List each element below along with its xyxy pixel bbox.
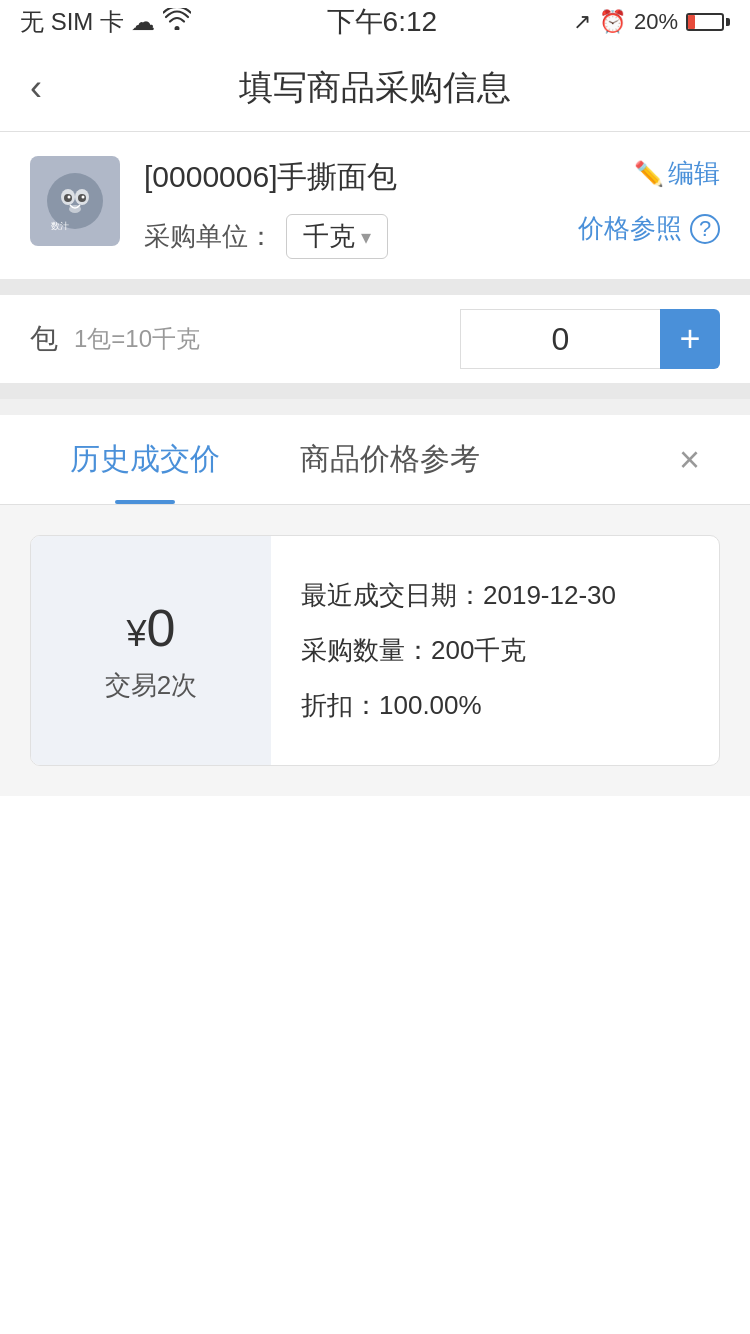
product-section: 数汁 [0000006]手撕面包 采购单位： 千克 ▾ ✏️ 编辑 (0, 132, 750, 279)
section-divider-2 (0, 383, 750, 399)
unit-label: 采购单位： (144, 219, 274, 254)
history-card-right: 最近成交日期：2019-12-30 采购数量：200千克 折扣：100.00% (271, 536, 646, 765)
tab-product-price-ref-label: 商品价格参考 (300, 442, 480, 475)
status-bar: 无 SIM 卡 ☁ 下午6:12 ↗ ⏰ 20% (0, 0, 750, 44)
quantity-unit-badge: 包 (30, 320, 58, 358)
product-left: 数汁 [0000006]手撕面包 采购单位： 千克 ▾ (30, 156, 397, 259)
product-thumbnail: 数汁 (30, 156, 120, 246)
status-right: ↗ ⏰ 20% (573, 9, 730, 35)
discount-label: 折扣： (301, 690, 379, 720)
price-currency: ¥ (127, 613, 147, 654)
price-ref-button[interactable]: 价格参照 ? (578, 211, 720, 246)
quantity-desc: 1包=10千克 (74, 323, 200, 355)
sim-status: 无 SIM 卡 ☁ (20, 6, 155, 38)
svg-point-6 (82, 196, 85, 199)
wifi-icon (163, 8, 191, 36)
nav-bar: ‹ 填写商品采购信息 (0, 44, 750, 132)
tabs-section: 历史成交价 商品价格参考 × ¥0 交易2次 最近成交日期：2019-12-30… (0, 415, 750, 796)
edit-button[interactable]: ✏️ 编辑 (634, 156, 720, 191)
product-header: 数汁 [0000006]手撕面包 采购单位： 千克 ▾ ✏️ 编辑 (30, 156, 720, 259)
section-divider-1 (0, 279, 750, 295)
price-ref-label: 价格参照 (578, 211, 682, 246)
quantity-right: 0 + (460, 309, 720, 369)
quantity-plus-button[interactable]: + (660, 309, 720, 369)
quantity-section: 包 1包=10千克 0 + (0, 295, 750, 383)
history-trade-count: 交易2次 (105, 668, 197, 703)
quantity-left: 包 1包=10千克 (30, 320, 200, 358)
status-left: 无 SIM 卡 ☁ (20, 6, 191, 38)
tab-history-price[interactable]: 历史成交价 (30, 415, 260, 504)
history-card: ¥0 交易2次 最近成交日期：2019-12-30 采购数量：200千克 折扣：… (30, 535, 720, 766)
battery-percent: 20% (634, 9, 678, 35)
back-button[interactable]: ‹ (30, 67, 90, 109)
history-card-left: ¥0 交易2次 (31, 536, 271, 765)
tab-product-price-ref[interactable]: 商品价格参考 (260, 415, 520, 504)
purchase-qty-label: 采购数量： (301, 635, 431, 665)
history-recent-date-row: 最近成交日期：2019-12-30 (301, 576, 616, 615)
price-value: 0 (147, 599, 176, 657)
unit-value: 千克 (303, 219, 355, 254)
location-icon: ↗ (573, 9, 591, 35)
quantity-input[interactable]: 0 (460, 309, 660, 369)
main-bg (0, 796, 750, 1334)
product-info: [0000006]手撕面包 采购单位： 千克 ▾ (144, 156, 397, 259)
edit-icon: ✏️ (634, 160, 664, 188)
tab-content-history: ¥0 交易2次 最近成交日期：2019-12-30 采购数量：200千克 折扣：… (0, 505, 750, 796)
recent-date-label: 最近成交日期： (301, 580, 483, 610)
tab-history-price-label: 历史成交价 (70, 442, 220, 475)
history-purchase-qty-row: 采购数量：200千克 (301, 631, 616, 670)
history-discount-row: 折扣：100.00% (301, 686, 616, 725)
tabs-header: 历史成交价 商品价格参考 × (0, 415, 750, 505)
product-unit-row: 采购单位： 千克 ▾ (144, 214, 397, 259)
purchase-qty-value: 200千克 (431, 635, 526, 665)
battery-icon (686, 13, 730, 31)
history-price: ¥0 (127, 598, 176, 658)
status-time: 下午6:12 (327, 3, 438, 41)
recent-date-value: 2019-12-30 (483, 580, 616, 610)
svg-point-5 (68, 196, 71, 199)
alarm-icon: ⏰ (599, 9, 626, 35)
discount-value: 100.00% (379, 690, 482, 720)
edit-label: 编辑 (668, 156, 720, 191)
price-ref-help-icon: ? (690, 214, 720, 244)
tabs-close-button[interactable]: × (659, 419, 720, 501)
unit-dropdown-arrow: ▾ (361, 225, 371, 249)
unit-selector[interactable]: 千克 ▾ (286, 214, 388, 259)
svg-text:数汁: 数汁 (51, 221, 69, 231)
page-title: 填写商品采购信息 (239, 65, 511, 111)
product-name: [0000006]手撕面包 (144, 156, 397, 198)
